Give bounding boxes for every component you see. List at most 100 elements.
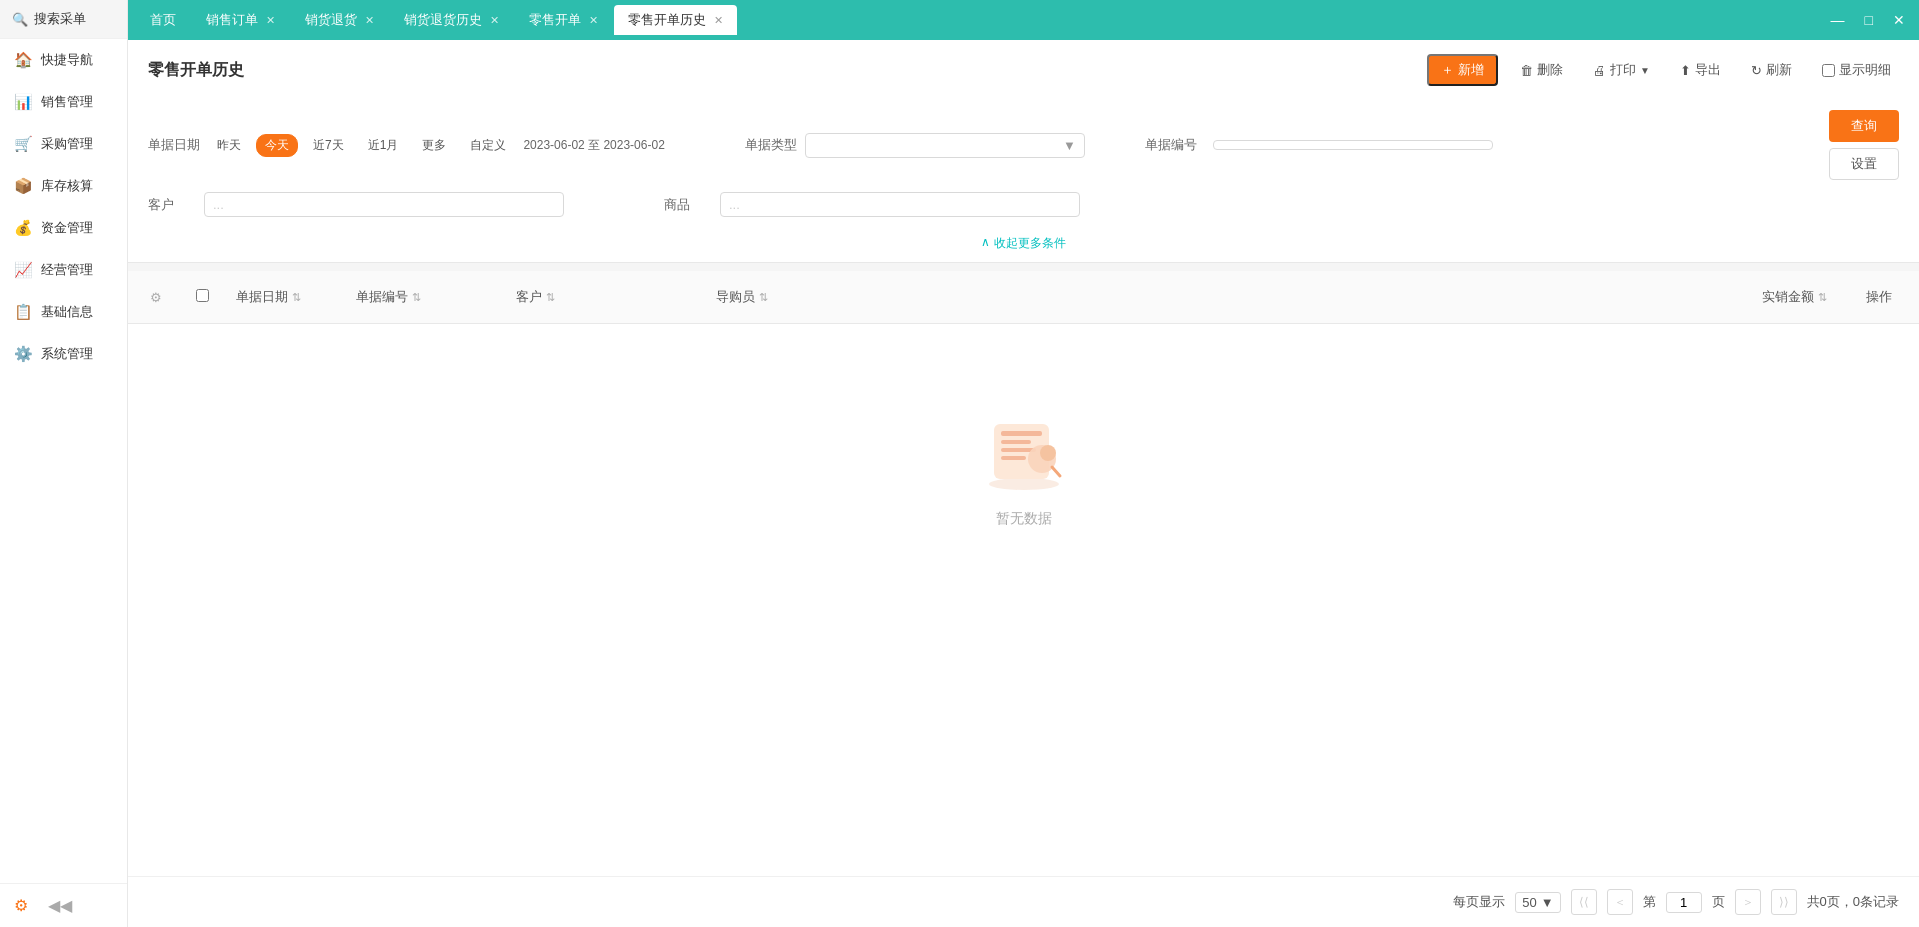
- tab-retail-history-close[interactable]: ✕: [714, 14, 723, 27]
- tab-retail-history[interactable]: 零售开单历史 ✕: [614, 5, 737, 35]
- date-btn-1month[interactable]: 近1月: [359, 134, 408, 157]
- customer-filter-label: 客户: [148, 196, 174, 214]
- print-icon: 🖨: [1593, 63, 1606, 78]
- date-btn-more[interactable]: 更多: [413, 134, 455, 157]
- display-detail-label: 显示明细: [1839, 61, 1891, 79]
- sidebar-item-inventory[interactable]: 📦 库存核算: [0, 165, 127, 207]
- page-prev-btn[interactable]: ＜: [1607, 889, 1633, 915]
- window-min-btn[interactable]: —: [1825, 10, 1851, 30]
- page-input[interactable]: [1666, 892, 1702, 913]
- sidebar-item-quick-nav[interactable]: 🏠 快捷导航: [0, 39, 127, 81]
- col-amount-header[interactable]: 实销金额 ⇅: [1719, 271, 1839, 324]
- table-settings-gear[interactable]: ⚙: [140, 281, 172, 313]
- tab-retail-open[interactable]: 零售开单 ✕: [515, 5, 612, 35]
- window-close-btn[interactable]: ✕: [1887, 10, 1911, 30]
- refresh-icon: ↻: [1751, 63, 1762, 78]
- tab-home-label: 首页: [150, 11, 176, 29]
- per-page-select[interactable]: 50 ▼: [1515, 892, 1560, 913]
- refresh-button[interactable]: ↻ 刷新: [1743, 57, 1800, 83]
- date-filter-buttons: 昨天 今天 近7天 近1月 更多 自定义: [208, 134, 515, 157]
- tab-sales-return-history-close[interactable]: ✕: [490, 14, 499, 27]
- add-button[interactable]: ＋ 新增: [1427, 54, 1498, 86]
- per-page-label: 每页显示: [1453, 893, 1505, 911]
- collapse-up-icon: ∧: [981, 235, 990, 252]
- main-area: 首页 销售订单 ✕ 销货退货 ✕ 销货退货历史 ✕ 零售开单 ✕ 零售开单历史 …: [128, 0, 1919, 927]
- page-suffix: 页: [1712, 893, 1725, 911]
- collapse-label: 收起更多条件: [994, 235, 1066, 252]
- svg-point-0: [989, 478, 1059, 490]
- collapse-filter-row[interactable]: ∧ 收起更多条件: [148, 229, 1899, 262]
- col-extra-header: [804, 271, 1719, 324]
- print-button[interactable]: 🖨 打印 ▼: [1585, 57, 1658, 83]
- col-guide-header[interactable]: 导购员 ⇅: [704, 271, 804, 324]
- date-btn-yesterday[interactable]: 昨天: [208, 134, 250, 157]
- col-action-header: 操作: [1839, 271, 1919, 324]
- page-first-btn[interactable]: ⟨⟨: [1571, 889, 1597, 915]
- refresh-label: 刷新: [1766, 61, 1792, 79]
- sidebar-item-sales-mgmt[interactable]: 📊 销售管理: [0, 81, 127, 123]
- bottom-settings-icon[interactable]: ⚙: [14, 896, 28, 915]
- col-customer-sort-icon: ⇅: [546, 291, 555, 303]
- sidebar-item-operations[interactable]: 📈 经营管理: [0, 249, 127, 291]
- col-guide-sort-icon: ⇅: [759, 291, 768, 303]
- delete-label: 删除: [1537, 61, 1563, 79]
- sidebar-item-finance[interactable]: 💰 资金管理: [0, 207, 127, 249]
- sidebar-collapse-icon[interactable]: ◀◀: [48, 896, 72, 915]
- tab-sales-return-history[interactable]: 销货退货历史 ✕: [390, 5, 513, 35]
- filter-area: 单据日期 昨天 今天 近7天 近1月 更多 自定义 2023-06-02 至 2…: [148, 98, 1899, 262]
- tab-retail-open-label: 零售开单: [529, 11, 581, 29]
- select-all-checkbox[interactable]: [196, 289, 209, 302]
- sidebar-item-basic-info[interactable]: 📋 基础信息: [0, 291, 127, 333]
- box-icon: 📦: [14, 177, 33, 195]
- col-date-label: 单据日期: [236, 289, 288, 304]
- clipboard-icon: 📋: [14, 303, 33, 321]
- page-last-btn[interactable]: ⟩⟩: [1771, 889, 1797, 915]
- type-select-arrow: ▼: [1063, 138, 1076, 153]
- tab-sales-order-close[interactable]: ✕: [266, 14, 275, 27]
- query-button[interactable]: 查询: [1829, 110, 1899, 142]
- total-text: 共0页，0条记录: [1807, 893, 1899, 911]
- sidebar-bottom: ⚙ ◀◀: [0, 883, 127, 927]
- delete-icon: 🗑: [1520, 63, 1533, 78]
- export-button[interactable]: ⬆ 导出: [1672, 57, 1729, 83]
- order-no-filter-input[interactable]: [1213, 140, 1493, 150]
- date-btn-custom[interactable]: 自定义: [461, 134, 515, 157]
- sidebar-item-label: 销售管理: [41, 93, 93, 111]
- sidebar-item-sys-mgmt[interactable]: ⚙️ 系统管理: [0, 333, 127, 375]
- export-label: 导出: [1695, 61, 1721, 79]
- per-page-arrow: ▼: [1541, 895, 1554, 910]
- col-order-no-header[interactable]: 单据编号 ⇅: [344, 271, 504, 324]
- col-checkbox-header: [184, 271, 224, 324]
- sidebar-item-purchase-mgmt[interactable]: 🛒 采购管理: [0, 123, 127, 165]
- col-customer-header[interactable]: 客户 ⇅: [504, 271, 704, 324]
- display-detail-button[interactable]: 显示明细: [1814, 57, 1899, 83]
- data-table: ⚙ 单据日期 ⇅ 单据编号 ⇅: [128, 271, 1919, 608]
- empty-text: 暂无数据: [996, 510, 1052, 528]
- sidebar-item-label: 采购管理: [41, 135, 93, 153]
- print-label: 打印: [1610, 61, 1636, 79]
- delete-button[interactable]: 🗑 删除: [1512, 57, 1571, 83]
- window-max-btn[interactable]: □: [1859, 10, 1879, 30]
- customer-filter-item: 客户 ...: [148, 192, 564, 217]
- tab-sales-return[interactable]: 销货退货 ✕: [291, 5, 388, 35]
- tab-retail-open-close[interactable]: ✕: [589, 14, 598, 27]
- tab-sales-order[interactable]: 销售订单 ✕: [192, 5, 289, 35]
- sidebar-item-label: 资金管理: [41, 219, 93, 237]
- display-detail-checkbox[interactable]: [1822, 64, 1835, 77]
- goods-filter-input[interactable]: ...: [720, 192, 1080, 217]
- tab-home[interactable]: 首页: [136, 5, 190, 35]
- svg-rect-2: [1001, 431, 1042, 436]
- customer-filter-input[interactable]: ...: [204, 192, 564, 217]
- date-filter-item: 单据日期 昨天 今天 近7天 近1月 更多 自定义 2023-06-02 至 2…: [148, 134, 665, 157]
- sidebar-search[interactable]: 🔍 搜索采单: [0, 0, 127, 39]
- svg-rect-5: [1001, 456, 1026, 460]
- col-date-header[interactable]: 单据日期 ⇅: [224, 271, 344, 324]
- date-btn-7days[interactable]: 近7天: [304, 134, 353, 157]
- page-next-btn[interactable]: ＞: [1735, 889, 1761, 915]
- settings-filter-button[interactable]: 设置: [1829, 148, 1899, 180]
- col-guide-label: 导购员: [716, 289, 755, 304]
- cart-icon: 🛒: [14, 135, 33, 153]
- tab-sales-return-close[interactable]: ✕: [365, 14, 374, 27]
- date-btn-today[interactable]: 今天: [256, 134, 298, 157]
- type-filter-select[interactable]: ▼: [805, 133, 1085, 158]
